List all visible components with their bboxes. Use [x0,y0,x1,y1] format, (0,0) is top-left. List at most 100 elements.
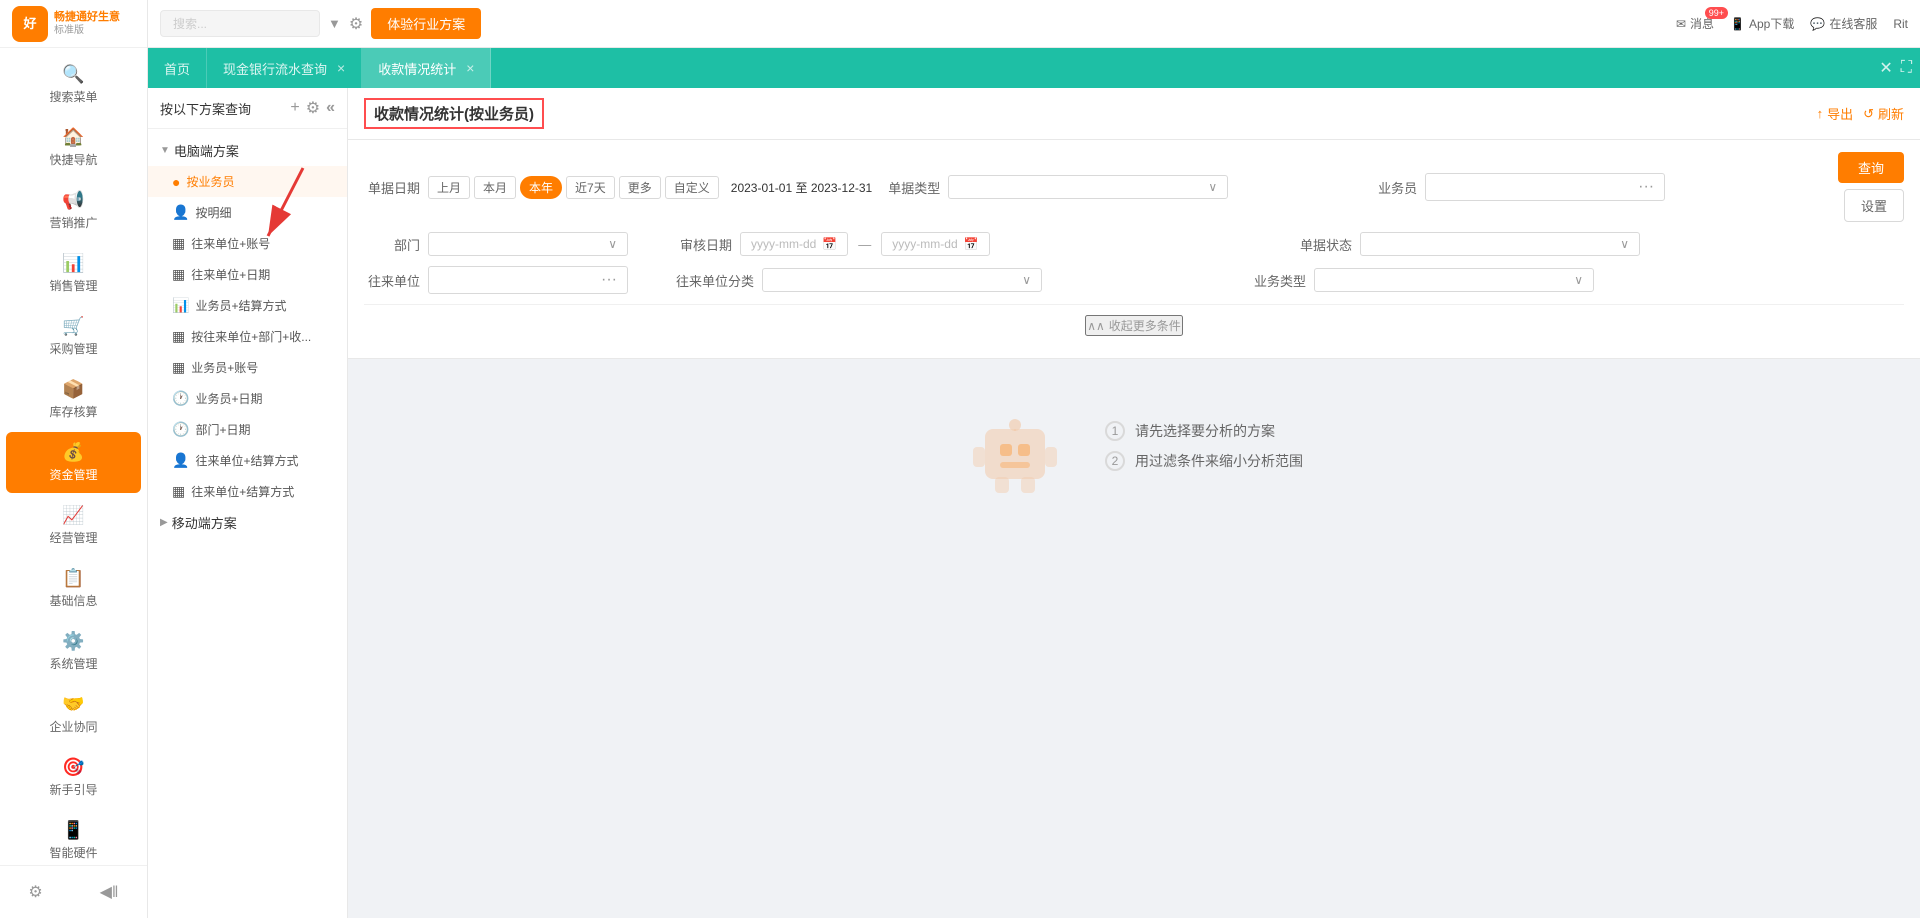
topbar-gear-icon[interactable]: ⚙ [349,14,363,34]
salesperson-ellipsis[interactable]: ··· [1638,178,1654,196]
filter-doc-status-item: 单据状态 ∨ [1296,232,1904,256]
tab-receipt-stats[interactable]: 收款情况统计 × [362,48,491,88]
collapse-conditions-btn[interactable]: ∧∧ 收起更多条件 [1085,315,1183,336]
sidebar-item-hardware[interactable]: 📱 智能硬件 [6,810,141,865]
sidebar-item-system[interactable]: ⚙️ 系统管理 [6,621,141,682]
filter-row-1: 单据日期 上月 本月 本年 近7天 更多 自定义 [364,152,1904,222]
review-date-to[interactable]: yyyy-mm-dd 📅 [881,232,989,256]
user-name[interactable]: Rit [1893,17,1908,31]
date-btn-this-year[interactable]: 本年 [520,176,562,199]
dept-dropdown[interactable]: ∨ [428,232,628,256]
schema-settings-btn[interactable]: ⚙ [306,98,320,118]
date-btn-last-month[interactable]: 上月 [428,176,470,199]
salesperson-dropdown[interactable]: ··· [1425,173,1665,201]
filter-salesperson-item: 业务员 ··· [1361,173,1826,201]
left-panel-header: 按以下方案查询 + ⚙ « [148,88,347,129]
inventory-icon: 📦 [62,379,84,400]
tree-item-icon-detail: 👤 [172,204,189,221]
partner-category-label: 往来单位分类 [676,271,754,290]
online-service-btn[interactable]: 💬 在线客服 [1810,15,1877,32]
calendar-to-icon: 📅 [964,237,979,251]
topbar-right: ✉ 消息 99+ 📱 App下载 💬 在线客服 Rit [1676,15,1908,32]
partner-category-dropdown[interactable]: ∨ [762,268,1042,292]
messages-btn[interactable]: ✉ 消息 99+ [1676,15,1714,32]
app-download-btn[interactable]: 📱 App下载 [1730,15,1794,32]
filter-row-3: 往来单位 ··· 往来单位分类 ∨ [364,266,1904,294]
partner-ellipsis[interactable]: ··· [601,271,617,289]
tree-item-partner-settlement1[interactable]: 👤 往来单位+结算方式 [148,445,347,476]
tab-bank-flow[interactable]: 现金银行流水查询 × [207,48,362,88]
refresh-btn[interactable]: ↺ 刷新 [1863,104,1904,123]
collapse-icon: ∧∧ [1087,319,1105,333]
logo-area: 好 畅捷通好生意 标准版 [0,0,147,48]
topbar: 搜索... ▼ ⚙ 体验行业方案 ✉ 消息 99+ 📱 App下载 💬 在线客服 [148,0,1920,48]
tree-item-icon-ps1: 👤 [172,452,189,469]
date-btn-this-month[interactable]: 本月 [474,176,516,199]
tree-group-mobile-header[interactable]: ▶ 移动端方案 [148,507,347,538]
filter-row-2: 部门 ∨ 审核日期 yyyy-mm-dd 📅 [364,232,1904,256]
trial-btn[interactable]: 体验行业方案 [371,8,481,39]
tree-item-dept-date[interactable]: 🕐 部门+日期 [148,414,347,445]
setting-btn[interactable]: 设置 [1844,189,1904,222]
doc-type-dropdown[interactable]: ∨ [948,175,1228,199]
sidebar-item-marketing[interactable]: 📢 营销推广 [6,180,141,241]
tree-item-partner-settlement2[interactable]: ▦ 往来单位+结算方式 [148,476,347,507]
dept-label: 部门 [364,235,420,254]
close-window-btn[interactable]: ✕ [1879,58,1892,78]
tab-receipt-stats-close[interactable]: × [466,60,474,76]
date-label: 单据日期 [364,178,420,197]
tree-item-salesperson-date[interactable]: 🕐 业务员+日期 [148,383,347,414]
date-quick-buttons: 上月 本月 本年 近7天 更多 自定义 [428,176,719,199]
sidebar-item-operations[interactable]: 📈 经营管理 [6,495,141,556]
filter-partner-item: 往来单位 ··· [364,266,664,294]
maximize-btn[interactable]: ⛶ [1901,59,1912,77]
tree-item-partner-date[interactable]: ▦ 往来单位+日期 [148,259,347,290]
sidebar-item-guide[interactable]: 🎯 新手引导 [6,747,141,808]
sidebar-item-finance[interactable]: 💰 资金管理 [6,432,141,493]
review-date-from[interactable]: yyyy-mm-dd 📅 [740,232,848,256]
sidebar-item-purchase[interactable]: 🛒 采购管理 [6,306,141,367]
tree-item-by-salesperson[interactable]: ● 按业务员 [148,166,347,197]
svg-text:好: 好 [22,16,36,31]
tree-item-salesperson-settlement[interactable]: 📊 业务员+结算方式 [148,290,347,321]
tabbar-right: ✕ ⛶ [1879,48,1920,88]
doc-status-dropdown[interactable]: ∨ [1360,232,1640,256]
sidebar-item-search-menu[interactable]: 🔍 搜索菜单 [6,54,141,115]
export-btn[interactable]: ↑ 导出 [1817,104,1854,123]
sidebar-item-sales[interactable]: 📊 销售管理 [6,243,141,304]
empty-content: 1 请先选择要分析的方案 2 用过滤条件来缩小分析范围 [965,399,1303,502]
tabbar: 首页 现金银行流水查询 × 收款情况统计 × ✕ ⛶ [148,48,1920,88]
date-btn-custom[interactable]: 自定义 [665,176,719,199]
partner-dropdown[interactable]: ··· [428,266,628,294]
page-wrapper: 按以下方案查询 + ⚙ « ▼ 电脑端方案 [148,88,1920,918]
sidebar-item-quick-nav[interactable]: 🏠 快捷导航 [6,117,141,178]
tree-item-by-detail[interactable]: 👤 按明细 [148,197,347,228]
partner-category-chevron: ∨ [1022,273,1031,287]
sidebar-item-basic-info[interactable]: 📋 基础信息 [6,558,141,619]
tree-group-desktop-header[interactable]: ▼ 电脑端方案 [148,135,347,166]
empty-step-2: 2 用过滤条件来缩小分析范围 [1105,451,1303,471]
tree-item-partner-account[interactable]: ▦ 往来单位+账号 [148,228,347,259]
message-icon: ✉ [1676,17,1686,31]
tab-bank-flow-close[interactable]: × [337,60,345,76]
sidebar-item-enterprise[interactable]: 🤝 企业协同 [6,684,141,745]
filter-dept-item: 部门 ∨ [364,232,664,256]
topbar-dropdown-arrow[interactable]: ▼ [328,16,341,31]
left-panel: 按以下方案查询 + ⚙ « ▼ 电脑端方案 [148,88,348,918]
date-btn-more[interactable]: 更多 [619,176,661,199]
collapse-sidebar-btn[interactable]: ◀‖ [94,876,125,908]
date-btn-7days[interactable]: 近7天 [566,176,615,199]
settings-footer-btn[interactable]: ⚙ [22,876,48,908]
query-btn[interactable]: 查询 [1838,152,1904,183]
tab-home[interactable]: 首页 [148,48,207,88]
add-schema-btn[interactable]: + [290,99,299,117]
tree-item-salesperson-account[interactable]: ▦ 业务员+账号 [148,352,347,383]
filter-area: 单据日期 上月 本月 本年 近7天 更多 自定义 [348,140,1920,359]
sidebar-item-inventory[interactable]: 📦 库存核算 [6,369,141,430]
tree-item-icon-dept-date: 🕐 [172,421,189,438]
collapse-left-panel-btn[interactable]: « [326,99,335,117]
right-main: 收款情况统计(按业务员) ↑ 导出 ↺ 刷新 [348,88,1920,918]
tree-item-partner-dept-collection[interactable]: ▦ 按往来单位+部门+收... [148,321,347,352]
business-type-dropdown[interactable]: ∨ [1314,268,1594,292]
tree-group-desktop: ▼ 电脑端方案 ● 按业务员 👤 按明细 ▦ [148,135,347,507]
